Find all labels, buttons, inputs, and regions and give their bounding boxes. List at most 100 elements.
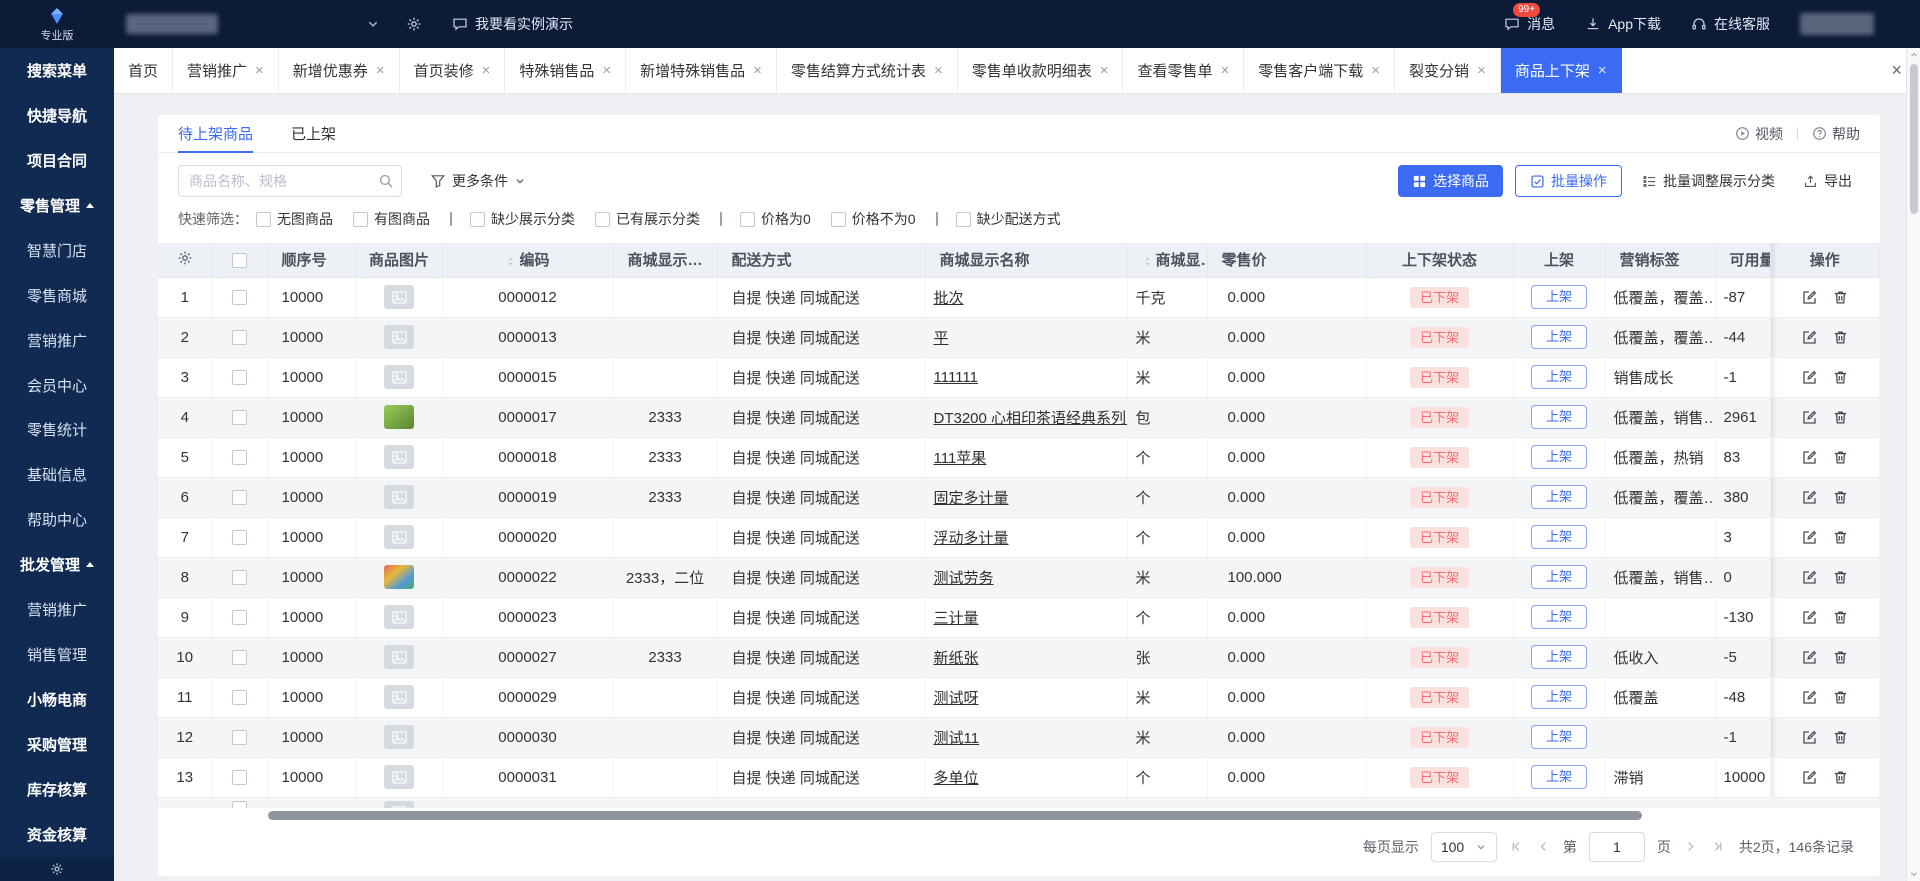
delete-icon[interactable] xyxy=(1832,449,1849,466)
page-number-input[interactable] xyxy=(1588,831,1645,862)
batch-adjust-category-button[interactable]: 批量调整展示分类 xyxy=(1634,165,1783,197)
list-on-shelf-button[interactable]: 上架 xyxy=(1530,684,1587,710)
sidebar-item[interactable]: 库存核算 xyxy=(0,767,114,812)
list-on-shelf-button[interactable]: 上架 xyxy=(1530,484,1587,510)
filter-checkbox[interactable] xyxy=(740,211,755,227)
brand-logo[interactable]: 专业版 xyxy=(0,6,114,43)
edit-icon[interactable] xyxy=(1801,289,1818,306)
product-name-link[interactable]: 测试劳务 xyxy=(934,570,994,587)
sidebar-item[interactable]: 帮助中心 xyxy=(0,497,114,542)
product-name-link[interactable]: 三计量 xyxy=(934,610,979,627)
tab-close-icon[interactable]: × xyxy=(1371,63,1380,78)
sidebar-item[interactable]: 采购管理 xyxy=(0,722,114,767)
column-header[interactable]: 编码 xyxy=(442,243,614,278)
horizontal-scrollbar-thumb[interactable] xyxy=(268,810,1642,820)
sidebar-item[interactable]: 搜索菜单 xyxy=(0,48,114,93)
tab[interactable]: 新增特殊销售品 × xyxy=(626,48,777,93)
quick-filter-option[interactable]: 无图商品 xyxy=(256,209,333,229)
row-checkbox[interactable] xyxy=(232,730,247,746)
list-on-shelf-button[interactable]: 上架 xyxy=(1530,284,1587,310)
product-image[interactable] xyxy=(384,485,414,509)
tab-close-icon[interactable]: × xyxy=(482,63,491,78)
tab[interactable]: 零售结算方式统计表 × xyxy=(777,48,958,93)
product-image[interactable] xyxy=(384,285,414,309)
product-name-link[interactable]: 新纸张 xyxy=(934,650,979,667)
delete-icon[interactable] xyxy=(1832,329,1849,346)
sort-icon[interactable] xyxy=(505,256,516,267)
list-on-shelf-button[interactable]: 上架 xyxy=(1530,764,1587,790)
list-on-shelf-button[interactable]: 上架 xyxy=(1530,404,1587,430)
edit-icon[interactable] xyxy=(1801,569,1818,586)
product-image[interactable] xyxy=(384,325,414,349)
sidebar-item[interactable]: 资金核算 xyxy=(0,812,114,857)
tab-close-icon[interactable]: × xyxy=(602,63,611,78)
search-icon[interactable] xyxy=(378,173,394,189)
quick-filter-option[interactable]: 有图商品 xyxy=(353,209,430,229)
horizontal-scrollbar[interactable] xyxy=(158,808,1880,822)
tab-close-icon[interactable]: × xyxy=(934,63,943,78)
edit-icon[interactable] xyxy=(1801,369,1818,386)
row-checkbox[interactable] xyxy=(232,650,247,666)
product-image[interactable] xyxy=(384,685,414,709)
org-caret-down-icon[interactable] xyxy=(366,17,380,31)
column-settings-icon[interactable] xyxy=(177,250,193,266)
list-on-shelf-button[interactable]: 上架 xyxy=(1530,364,1587,390)
row-checkbox[interactable] xyxy=(232,570,247,586)
sidebar-item[interactable]: 批发管理 xyxy=(0,542,114,587)
sidebar-item[interactable]: 营销推广 xyxy=(0,318,114,363)
column-header[interactable]: 商城显… xyxy=(1127,243,1208,278)
tab-close-icon[interactable]: × xyxy=(376,63,385,78)
tab[interactable]: 首页 xyxy=(114,48,174,93)
sidebar-item[interactable]: 营销推广 xyxy=(0,587,114,632)
product-name-link[interactable]: 测试呀 xyxy=(934,690,979,707)
product-image[interactable] xyxy=(384,765,414,789)
page-scrollbar[interactable] xyxy=(1906,48,1920,881)
product-name-link[interactable]: 固定多计量 xyxy=(934,490,1009,507)
list-on-shelf-button[interactable]: 上架 xyxy=(1530,324,1587,350)
tab[interactable]: 商品上下架 × xyxy=(1500,48,1622,93)
tab-close-icon[interactable]: × xyxy=(1100,63,1109,78)
sidebar-item[interactable]: 零售商城 xyxy=(0,273,114,318)
sidebar-item[interactable]: 基础信息 xyxy=(0,452,114,497)
filter-checkbox[interactable] xyxy=(256,211,271,227)
delete-icon[interactable] xyxy=(1832,649,1849,666)
filter-checkbox[interactable] xyxy=(830,211,846,227)
tab[interactable]: 首页装修 × xyxy=(400,48,506,93)
scroll-up-arrow[interactable] xyxy=(1909,48,1919,62)
tab-close-icon[interactable]: × xyxy=(1477,63,1486,78)
product-name-link[interactable]: 111苹果 xyxy=(934,450,987,467)
product-name-link[interactable]: 多单位 xyxy=(934,770,979,787)
page-scrollbar-thumb[interactable] xyxy=(1909,64,1918,214)
scroll-down-arrow[interactable] xyxy=(1909,867,1919,881)
delete-icon[interactable] xyxy=(1832,529,1849,546)
tab[interactable]: 特殊销售品 × xyxy=(505,48,627,93)
row-checkbox[interactable] xyxy=(232,770,247,786)
product-image[interactable] xyxy=(384,445,414,469)
delete-icon[interactable] xyxy=(1832,729,1849,746)
row-checkbox[interactable] xyxy=(232,330,247,346)
topbar-gear-icon[interactable] xyxy=(406,16,422,32)
sidebar-item[interactable]: 零售管理 xyxy=(0,183,114,228)
sidebar-item[interactable]: 小畅电商 xyxy=(0,677,114,722)
quick-filter-option[interactable]: 价格为0 xyxy=(740,209,811,229)
sidebar-item[interactable]: 会员中心 xyxy=(0,363,114,408)
list-on-shelf-button[interactable]: 上架 xyxy=(1530,444,1587,470)
product-name-link[interactable]: 批次 xyxy=(934,290,964,307)
edit-icon[interactable] xyxy=(1801,409,1818,426)
help-link[interactable]: 帮助 xyxy=(1812,124,1860,144)
filter-checkbox[interactable] xyxy=(353,211,368,227)
edit-icon[interactable] xyxy=(1801,689,1818,706)
product-image[interactable] xyxy=(384,605,414,629)
list-on-shelf-button[interactable]: 上架 xyxy=(1530,724,1587,750)
tab[interactable]: 零售客户端下载 × xyxy=(1244,48,1396,93)
row-checkbox[interactable] xyxy=(232,490,247,506)
video-link[interactable]: 视频 xyxy=(1735,124,1783,144)
quick-filter-option[interactable]: 缺少配送方式 xyxy=(955,209,1061,229)
export-button[interactable]: 导出 xyxy=(1795,165,1860,197)
product-name-link[interactable]: 测试11 xyxy=(934,730,980,747)
filter-checkbox[interactable] xyxy=(595,211,610,227)
sidebar-item[interactable]: 快捷导航 xyxy=(0,93,114,138)
edit-icon[interactable] xyxy=(1801,329,1818,346)
select-goods-button[interactable]: 选择商品 xyxy=(1398,165,1503,197)
app-download-button[interactable]: App下载 xyxy=(1585,14,1661,34)
